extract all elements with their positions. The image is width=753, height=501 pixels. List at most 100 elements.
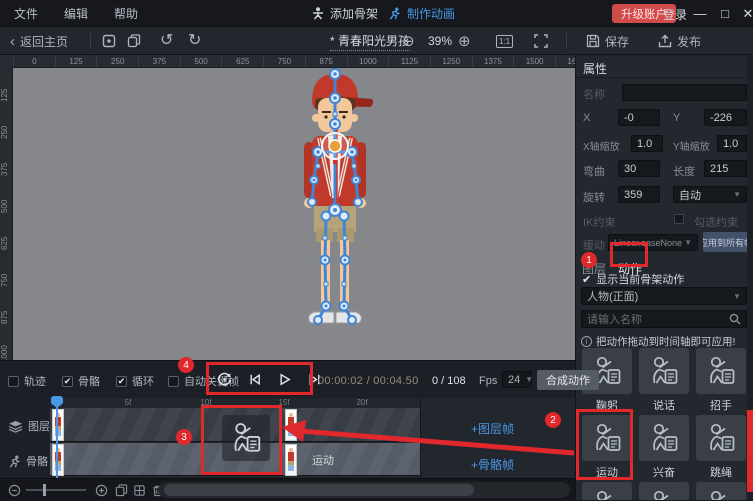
- checkbox-unchecked[interactable]: [168, 375, 179, 387]
- add-layer-frame-button[interactable]: +图层帧: [471, 420, 514, 437]
- action-item[interactable]: 招手: [696, 348, 746, 412]
- undo-button[interactable]: ↺: [160, 27, 173, 55]
- timeline: 5f10f15f20f25f 运动 图层 骨骼 +图层帧 +骨骼帧: [0, 396, 575, 478]
- stage-canvas[interactable]: 0 125 250 375 500 625 750 875 1000 1125 1250 1375 15…: [0, 55, 575, 360]
- scale-x-field[interactable]: 1.0: [631, 135, 663, 152]
- action-label: 兴奋: [653, 467, 675, 479]
- action-item[interactable]: 跳绳: [696, 415, 746, 479]
- action-item[interactable]: [696, 482, 746, 500]
- divider: [576, 77, 753, 78]
- keyframe-thumbnail[interactable]: [285, 444, 297, 476]
- minimize-button[interactable]: —: [688, 0, 712, 27]
- make-animation-button[interactable]: 制作动画: [388, 5, 455, 22]
- menu-item[interactable]: 文件: [14, 5, 38, 22]
- ruler-tick: 125: [0, 88, 9, 103]
- back-home-button[interactable]: ‹ 返回主页: [10, 27, 68, 55]
- ik-checkbox[interactable]: [674, 214, 684, 224]
- annotation-box-action-tab: [610, 242, 648, 267]
- add-skeleton-button[interactable]: 添加骨架: [312, 5, 378, 22]
- search-placeholder: 请输入名称: [587, 314, 642, 326]
- paste-frame-button[interactable]: [133, 479, 146, 501]
- annotation-badge-2: 2: [545, 412, 561, 428]
- action-tile[interactable]: [696, 348, 746, 394]
- rotate-mode-select[interactable]: 自动 ▼: [673, 186, 747, 203]
- bend-field[interactable]: 30: [618, 160, 660, 177]
- duplicate-button[interactable]: [127, 27, 141, 55]
- action-tile[interactable]: [696, 415, 746, 461]
- action-label: 跳绳: [710, 467, 732, 479]
- length-field[interactable]: 215: [704, 160, 747, 177]
- character-select[interactable]: 人物(正面) ▼: [581, 287, 747, 305]
- name-label: 名称: [583, 89, 605, 101]
- checkbox-checked[interactable]: ✔: [62, 375, 73, 387]
- checkbox-unchecked[interactable]: [8, 375, 19, 387]
- maximize-button[interactable]: □: [713, 0, 737, 27]
- easing-label: 缓动: [583, 240, 605, 252]
- bone-row-header[interactable]: 骨骼: [8, 453, 48, 469]
- ruler-tick: 750: [0, 273, 9, 288]
- toggle-loop[interactable]: ✔ 循环: [116, 373, 154, 389]
- layer-row-text: 图层: [28, 421, 50, 433]
- keyframe-thumbnail[interactable]: [52, 444, 64, 476]
- keyframe-thumbnail[interactable]: [285, 409, 297, 441]
- layer-row-header[interactable]: 图层: [8, 418, 50, 434]
- fps-select[interactable]: 24 ▼: [502, 371, 533, 388]
- action-tile[interactable]: [696, 482, 746, 500]
- action-item[interactable]: 兴奋: [639, 415, 689, 479]
- y-field[interactable]: -226: [704, 109, 747, 126]
- actual-size-button[interactable]: 1:1: [496, 27, 514, 55]
- ruler-corner: [0, 55, 13, 68]
- menu-item[interactable]: 帮助: [114, 5, 138, 22]
- fullscreen-button[interactable]: [534, 27, 548, 55]
- frame-add-icon: [102, 34, 116, 48]
- ruler-tick: 1000: [0, 345, 9, 360]
- character-figure[interactable]: [272, 68, 398, 360]
- rotate-field[interactable]: 359: [618, 186, 660, 203]
- x-field[interactable]: -0: [618, 109, 660, 126]
- action-item[interactable]: [639, 482, 689, 500]
- action-tile[interactable]: [639, 348, 689, 394]
- document-title-text: * 青春阳光男孩: [330, 32, 411, 51]
- redo-icon: ↻: [188, 32, 202, 49]
- apply-all-button[interactable]: 应用到所有帧: [703, 232, 749, 252]
- timeline-zoom-out-button[interactable]: [8, 479, 21, 501]
- redo-button[interactable]: ↻: [188, 27, 201, 55]
- toggle-skeleton[interactable]: ✔ 骨骼: [62, 373, 100, 389]
- show-current-toggle[interactable]: ✔ 显示当前骨架动作: [582, 271, 684, 287]
- menu-item[interactable]: 编辑: [64, 5, 88, 22]
- scrollbar-thumb[interactable]: [164, 484, 474, 496]
- search-input[interactable]: 请输入名称: [581, 310, 747, 328]
- toggle-trajectory[interactable]: 轨迹: [8, 373, 46, 389]
- selected-joint[interactable]: [328, 139, 342, 153]
- rotate-mode-value: 自动: [679, 189, 701, 202]
- name-field[interactable]: [622, 84, 747, 101]
- keyframe-thumbnail[interactable]: [52, 409, 64, 441]
- zoom-in-button[interactable]: ⊕: [458, 27, 471, 55]
- save-button[interactable]: 保存: [586, 27, 629, 55]
- add-bone-frame-button[interactable]: +骨骼帧: [471, 456, 514, 473]
- action-item[interactable]: [582, 482, 632, 500]
- fps-label: Fps: [479, 375, 498, 387]
- action-item[interactable]: 说话: [639, 348, 689, 412]
- action-tile[interactable]: [639, 482, 689, 500]
- playhead[interactable]: [56, 398, 58, 478]
- timeline-zoom-in-button[interactable]: [95, 479, 108, 501]
- copy-frame-button[interactable]: [115, 479, 128, 501]
- slider-handle[interactable]: [43, 484, 46, 496]
- login-button[interactable]: 登录: [663, 6, 687, 23]
- zoom-out-button[interactable]: ⊖: [402, 27, 415, 55]
- playhead-handle[interactable]: [51, 396, 63, 408]
- ruler-tick: 625: [0, 236, 9, 251]
- publish-button[interactable]: 发布: [658, 27, 701, 55]
- action-tile[interactable]: [639, 415, 689, 461]
- compose-action-button[interactable]: 合成动作: [537, 370, 599, 390]
- annotation-box-timeline-drop: [201, 405, 282, 475]
- checkbox-checked[interactable]: ✔: [116, 375, 127, 387]
- ruler-tick: 1375: [471, 55, 514, 67]
- make-animation-label: 制作动画: [407, 6, 456, 21]
- new-frame-button[interactable]: [102, 27, 116, 55]
- close-button[interactable]: ✕: [736, 0, 753, 27]
- timeline-zoom-slider[interactable]: [26, 479, 86, 501]
- scale-y-field[interactable]: 1.0: [717, 135, 747, 152]
- action-tile[interactable]: [582, 482, 632, 500]
